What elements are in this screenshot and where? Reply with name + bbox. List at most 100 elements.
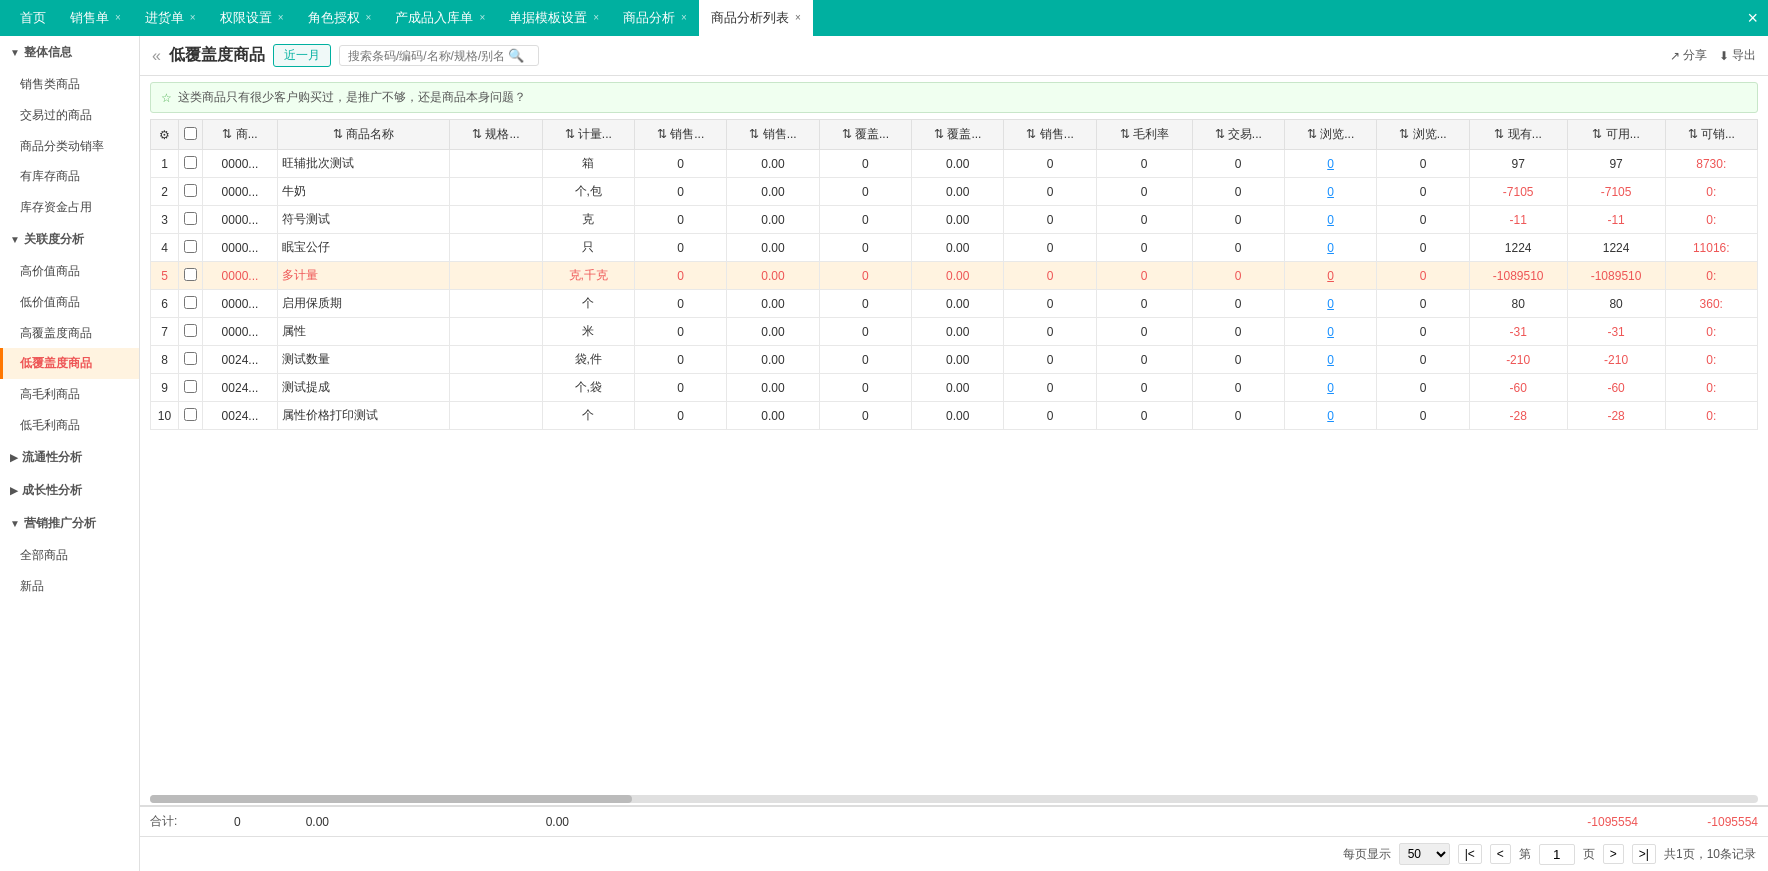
row-checkbox[interactable] bbox=[184, 212, 197, 225]
table-row: 40000...眠宝公仔只00.0000.0000000122412241101… bbox=[151, 234, 1758, 262]
nav-close-sales-order[interactable]: × bbox=[115, 0, 121, 36]
sort-icon[interactable]: ⇅ bbox=[657, 127, 667, 141]
nav-close-goods-analysis-list[interactable]: × bbox=[795, 0, 801, 36]
last-page-button[interactable]: >| bbox=[1632, 844, 1656, 864]
first-page-button[interactable]: |< bbox=[1458, 844, 1482, 864]
close-all-tabs-button[interactable]: × bbox=[1747, 9, 1758, 27]
sidebar-item-high-value[interactable]: 高价值商品 bbox=[0, 256, 139, 287]
row-checkbox[interactable] bbox=[184, 408, 197, 421]
per-page-select[interactable]: 50 100 200 bbox=[1399, 843, 1450, 865]
sort-icon[interactable]: ⇅ bbox=[565, 127, 575, 141]
table-cell[interactable] bbox=[179, 402, 203, 430]
sidebar-item-new-goods[interactable]: 新品 bbox=[0, 571, 139, 602]
nav-close-template-settings[interactable]: × bbox=[593, 0, 599, 36]
search-input[interactable] bbox=[348, 49, 508, 63]
sidebar-item-low-gross[interactable]: 低毛利商品 bbox=[0, 410, 139, 441]
row-checkbox[interactable] bbox=[184, 156, 197, 169]
table-cell: 0 bbox=[1377, 150, 1469, 178]
sort-icon[interactable]: ⇅ bbox=[333, 127, 343, 141]
sort-icon[interactable]: ⇅ bbox=[1307, 127, 1317, 141]
sort-icon[interactable]: ⇅ bbox=[1215, 127, 1225, 141]
row-checkbox[interactable] bbox=[184, 352, 197, 365]
horizontal-scrollbar[interactable] bbox=[150, 795, 1758, 803]
table-cell: -28 bbox=[1567, 402, 1665, 430]
sidebar-section-coverage[interactable]: ▼ 关联度分析 bbox=[0, 223, 139, 256]
sort-icon[interactable]: ⇅ bbox=[1592, 127, 1602, 141]
table-cell[interactable] bbox=[179, 206, 203, 234]
next-page-button[interactable]: > bbox=[1603, 844, 1624, 864]
row-checkbox[interactable] bbox=[184, 240, 197, 253]
sidebar-item-stocked-goods[interactable]: 有库存商品 bbox=[0, 161, 139, 192]
sidebar-section-marketing[interactable]: ▼ 营销推广分析 bbox=[0, 507, 139, 540]
sidebar-item-high-gross[interactable]: 高毛利商品 bbox=[0, 379, 139, 410]
sort-icon[interactable]: ⇅ bbox=[842, 127, 852, 141]
row-checkbox[interactable] bbox=[184, 184, 197, 197]
nav-permission-settings[interactable]: 权限设置 × bbox=[208, 0, 296, 36]
table-cell[interactable] bbox=[179, 346, 203, 374]
sidebar-section-overall[interactable]: ▼ 整体信息 bbox=[0, 36, 139, 69]
sort-icon[interactable]: ⇅ bbox=[934, 127, 944, 141]
share-button[interactable]: ↗ 分享 bbox=[1670, 47, 1707, 64]
table-cell[interactable] bbox=[179, 318, 203, 346]
page-number-input[interactable] bbox=[1539, 844, 1575, 865]
nav-sales-order[interactable]: 销售单 × bbox=[58, 0, 133, 36]
table-container[interactable]: ⚙ ⇅ 商... ⇅ 商品名称 ⇅ 规格... ⇅ 计量... ⇅ 销售... … bbox=[140, 119, 1768, 793]
nav-goods-analysis[interactable]: 商品分析 × bbox=[611, 0, 699, 36]
sidebar-item-low-value[interactable]: 低价值商品 bbox=[0, 287, 139, 318]
sort-icon[interactable]: ⇅ bbox=[1120, 127, 1130, 141]
sort-icon[interactable]: ⇅ bbox=[1399, 127, 1409, 141]
nav-close-permission-settings[interactable]: × bbox=[278, 0, 284, 36]
nav-close-purchase-order[interactable]: × bbox=[190, 0, 196, 36]
sidebar-item-sales-goods[interactable]: 销售类商品 bbox=[0, 69, 139, 100]
scrollbar-thumb[interactable] bbox=[150, 795, 632, 803]
table-cell: 0.00 bbox=[727, 318, 819, 346]
table-cell: 0.00 bbox=[727, 402, 819, 430]
export-button[interactable]: ⬇ 导出 bbox=[1719, 47, 1756, 64]
table-cell[interactable] bbox=[179, 262, 203, 290]
period-filter-button[interactable]: 近一月 bbox=[273, 44, 331, 67]
nav-close-goods-analysis[interactable]: × bbox=[681, 0, 687, 36]
table-cell: 0024... bbox=[203, 346, 278, 374]
sort-icon[interactable]: ⇅ bbox=[472, 127, 482, 141]
nav-close-product-warehouse[interactable]: × bbox=[479, 0, 485, 36]
sort-icon[interactable]: ⇅ bbox=[1026, 127, 1036, 141]
settings-column-header[interactable]: ⚙ bbox=[151, 120, 179, 150]
sidebar-item-stock-capital[interactable]: 库存资金占用 bbox=[0, 192, 139, 223]
nav-home[interactable]: 首页 bbox=[8, 0, 58, 36]
table-cell: 0 bbox=[634, 402, 726, 430]
nav-template-settings[interactable]: 单据模板设置 × bbox=[497, 0, 611, 36]
table-cell[interactable] bbox=[179, 290, 203, 318]
table-cell[interactable] bbox=[179, 234, 203, 262]
sidebar-section-circulation[interactable]: ▶ 流通性分析 bbox=[0, 441, 139, 474]
table-cell[interactable] bbox=[179, 150, 203, 178]
table-cell[interactable] bbox=[179, 374, 203, 402]
sidebar-section-growth[interactable]: ▶ 成长性分析 bbox=[0, 474, 139, 507]
sort-icon[interactable]: ⇅ bbox=[1494, 127, 1504, 141]
row-checkbox[interactable] bbox=[184, 380, 197, 393]
sidebar-item-high-coverage[interactable]: 高覆盖度商品 bbox=[0, 318, 139, 349]
nav-purchase-order[interactable]: 进货单 × bbox=[133, 0, 208, 36]
nav-role-auth[interactable]: 角色授权 × bbox=[296, 0, 384, 36]
sort-icon[interactable]: ⇅ bbox=[1688, 127, 1698, 141]
table-cell[interactable] bbox=[179, 178, 203, 206]
nav-product-warehouse[interactable]: 产成品入库单 × bbox=[383, 0, 497, 36]
sidebar-item-traded-goods[interactable]: 交易过的商品 bbox=[0, 100, 139, 131]
table-cell: 0: bbox=[1665, 262, 1757, 290]
table-cell: 0.00 bbox=[727, 374, 819, 402]
select-all-checkbox[interactable] bbox=[184, 127, 197, 140]
sort-icon[interactable]: ⇅ bbox=[749, 127, 759, 141]
prev-page-button[interactable]: < bbox=[1490, 844, 1511, 864]
nav-goods-analysis-list[interactable]: 商品分析列表 × bbox=[699, 0, 813, 36]
sidebar-item-all-goods[interactable]: 全部商品 bbox=[0, 540, 139, 571]
sidebar-collapse-button[interactable]: « bbox=[152, 47, 161, 65]
sidebar-item-category-rate[interactable]: 商品分类动销率 bbox=[0, 131, 139, 162]
sidebar-item-low-coverage[interactable]: 低覆盖度商品 bbox=[0, 348, 139, 379]
row-checkbox[interactable] bbox=[184, 268, 197, 281]
row-checkbox[interactable] bbox=[184, 324, 197, 337]
search-icon[interactable]: 🔍 bbox=[508, 48, 524, 63]
row-checkbox[interactable] bbox=[184, 296, 197, 309]
sort-icon[interactable]: ⇅ bbox=[222, 127, 232, 141]
nav-close-role-auth[interactable]: × bbox=[366, 0, 372, 36]
section-collapse-coverage-icon: ▼ bbox=[10, 234, 20, 245]
checkbox-column-header[interactable] bbox=[179, 120, 203, 150]
